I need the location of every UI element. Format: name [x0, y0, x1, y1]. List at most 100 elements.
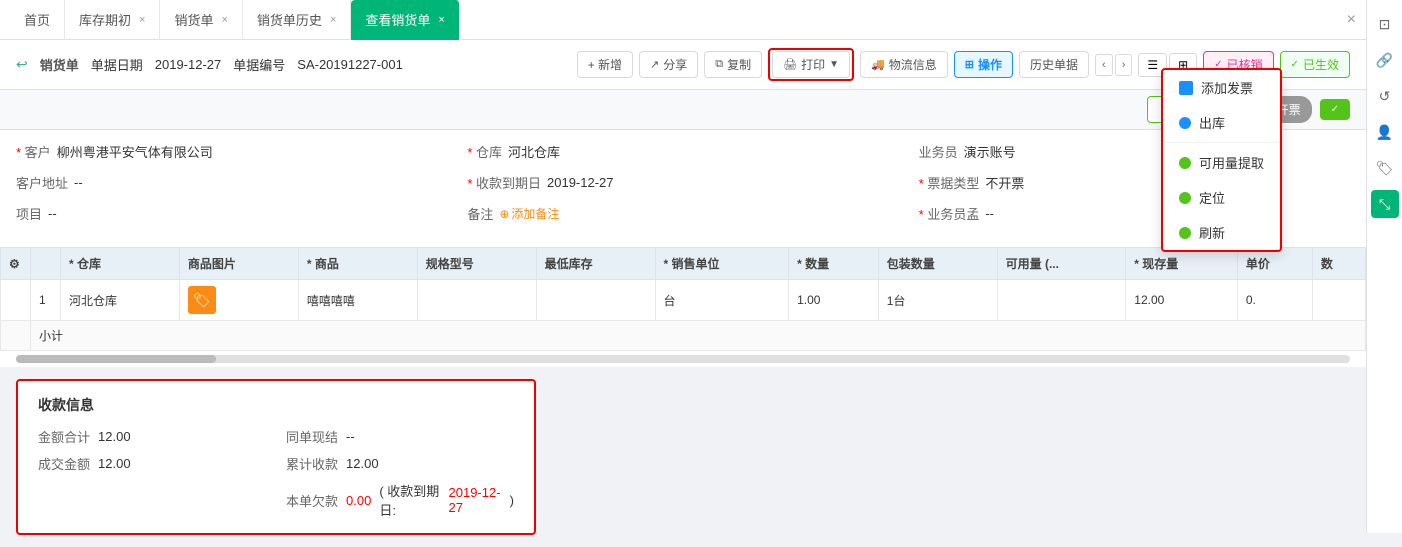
transaction-row: 同单现结 -- [286, 427, 514, 446]
copy-button[interactable]: ⧉ 复制 [704, 51, 762, 78]
dropdown-menu: 添加发票 出库 可用量提取 定位 刷新 [1161, 68, 1282, 252]
scrollbar-track[interactable] [16, 355, 1350, 363]
cell-unit: 台 [655, 280, 789, 321]
menu-locate[interactable]: 定位 [1163, 180, 1280, 215]
cell-num: 1 [31, 280, 61, 321]
staff-field: 业务员孟 -- [919, 204, 1350, 223]
prev-button[interactable]: ‹ [1095, 54, 1113, 76]
sidebar-link-icon[interactable]: 🔗 [1371, 46, 1399, 74]
close-history-tab[interactable]: × [330, 14, 336, 26]
col-unit: * 销售单位 [655, 248, 789, 280]
payment-date-field: 收款到期日 2019-12-27 [467, 173, 898, 192]
staff-label: 业务员孟 [919, 204, 980, 223]
cell-stock: 12.00 [1126, 280, 1238, 321]
cell-warehouse: 河北仓库 [61, 280, 180, 321]
remark-field: 备注 ⊕ 添加备注 [467, 204, 898, 223]
subtotal-row: 小计 [1, 321, 1366, 351]
col-image: 商品图片 [179, 248, 298, 280]
payment-title: 收款信息 [38, 395, 514, 415]
logistics-button[interactable]: 🚚 物流信息 [860, 51, 948, 78]
total-amount-label: 金额合计 [38, 427, 90, 446]
remark-label: 备注 [467, 204, 493, 223]
ticket-type-field: 票据类型 不开票 [919, 173, 1350, 192]
form-row-1: 客户 柳州粤港平安气体有限公司 仓库 河北仓库 业务员 演示账号 [16, 142, 1350, 161]
project-value: -- [48, 206, 57, 221]
history-button[interactable]: 历史单据 [1019, 51, 1089, 78]
col-spec: 规格型号 [417, 248, 536, 280]
sidebar-fullscreen-icon[interactable]: ⤡ [1371, 190, 1399, 218]
menu-outbound[interactable]: 出库 [1163, 105, 1280, 140]
close-view-sales-tab[interactable]: × [438, 14, 444, 26]
warehouse-label: 仓库 [467, 142, 502, 161]
tab-inventory-init[interactable]: 库存期初 × [65, 0, 160, 40]
next-button[interactable]: › [1115, 54, 1133, 76]
col-available: 可用量 (... [997, 248, 1126, 280]
col-price: 单价 [1237, 248, 1312, 280]
transaction-label: 同单现结 [286, 427, 338, 446]
doc-title: 销货单 [40, 55, 79, 74]
share-button[interactable]: ↗ 分享 [639, 51, 698, 78]
address-value: -- [74, 175, 83, 190]
col-num [31, 248, 61, 280]
tab-view-sales[interactable]: 查看销货单 × [351, 0, 459, 40]
tab-home[interactable]: 首页 [10, 0, 65, 40]
number-label: 单据编号 [233, 55, 285, 74]
cell-product: 嘻嘻嘻嘻 [298, 280, 417, 321]
payment-grid: 金额合计 12.00 同单现结 -- 成交金额 12.00 累计收款 12.00… [38, 427, 514, 519]
deal-amount-value: 12.00 [98, 456, 131, 471]
address-label: 客户地址 [16, 173, 68, 192]
product-image: 🏷 [188, 286, 216, 314]
effective-button[interactable]: ✓ 已生效 [1280, 51, 1350, 78]
add-invoice-icon [1179, 81, 1193, 95]
print-button[interactable]: 🖨 打印 ▼ [772, 51, 850, 78]
subtotal-gear [1, 321, 31, 351]
due-date-prefix: ( 收款到期日: [379, 481, 440, 519]
sidebar-expand-icon[interactable]: ⊡ [1371, 10, 1399, 38]
new-button[interactable]: + 新增 [577, 51, 633, 78]
sidebar-user-icon[interactable]: 👤 [1371, 118, 1399, 146]
add-remark-button[interactable]: ⊕ 添加备注 [499, 205, 559, 222]
close-sales-tab[interactable]: × [221, 14, 227, 26]
col-more: 数 [1312, 248, 1365, 280]
col-qty: * 数量 [789, 248, 879, 280]
address-field: 客户地址 -- [16, 173, 447, 192]
operate-button[interactable]: ⊞ 操作 [954, 51, 1013, 78]
sidebar-refresh-icon[interactable]: ↺ [1371, 82, 1399, 110]
cell-more [1312, 280, 1365, 321]
staff-value: -- [985, 206, 994, 221]
due-date-suffix: ) [510, 493, 514, 508]
approve-button[interactable]: ✓ [1320, 99, 1350, 120]
close-window-button[interactable]: × [1347, 11, 1356, 29]
payment-date-label: 收款到期日 [467, 173, 541, 192]
customer-field: 客户 柳州粤港平安气体有限公司 [16, 142, 447, 161]
scrollbar-thumb [16, 355, 216, 363]
menu-available-qty[interactable]: 可用量提取 [1163, 145, 1280, 180]
ticket-type-value: 不开票 [985, 173, 1024, 192]
customer-label: 客户 [16, 142, 51, 161]
deal-amount-row: 成交金额 12.00 [38, 454, 266, 473]
close-inventory-tab[interactable]: × [139, 14, 145, 26]
date-value: 2019-12-27 [155, 57, 222, 72]
payment-date-value: 2019-12-27 [547, 175, 614, 190]
cell-pack-qty: 1台 [878, 280, 997, 321]
col-gear: ⚙ [1, 248, 31, 280]
doc-meta: ↩ 销货单 单据日期 2019-12-27 单据编号 SA-20191227-0… [16, 55, 403, 74]
col-warehouse: * 仓库 [61, 248, 180, 280]
tab-sales-order[interactable]: 销货单 × [160, 0, 242, 40]
form-row-2: 客户地址 -- 收款到期日 2019-12-27 票据类型 不开票 [16, 173, 1350, 192]
available-qty-icon [1179, 157, 1191, 169]
outstanding-value: 0.00 [346, 493, 371, 508]
doc-header-left: ↩ 销货单 单据日期 2019-12-27 单据编号 SA-20191227-0… [16, 55, 403, 74]
col-min-stock: 最低库存 [536, 248, 655, 280]
deal-amount-label: 成交金额 [38, 454, 90, 473]
cell-qty: 1.00 [789, 280, 879, 321]
cell-image: 🏷 [179, 280, 298, 321]
sales-table: ⚙ * 仓库 商品图片 * 商品 规格型号 最低库存 * 销售单位 * 数量 包… [0, 247, 1366, 351]
right-sidebar: ⊡ 🔗 ↺ 👤 🏷 ⤡ [1366, 0, 1402, 533]
menu-add-invoice[interactable]: 添加发票 [1163, 70, 1280, 105]
outbound-icon [1179, 117, 1191, 129]
menu-refresh[interactable]: 刷新 [1163, 215, 1280, 250]
salesperson-field: 业务员 演示账号 [919, 142, 1350, 161]
tab-sales-history[interactable]: 销货单历史 × [243, 0, 351, 40]
sidebar-tag-icon[interactable]: 🏷 [1371, 154, 1399, 182]
